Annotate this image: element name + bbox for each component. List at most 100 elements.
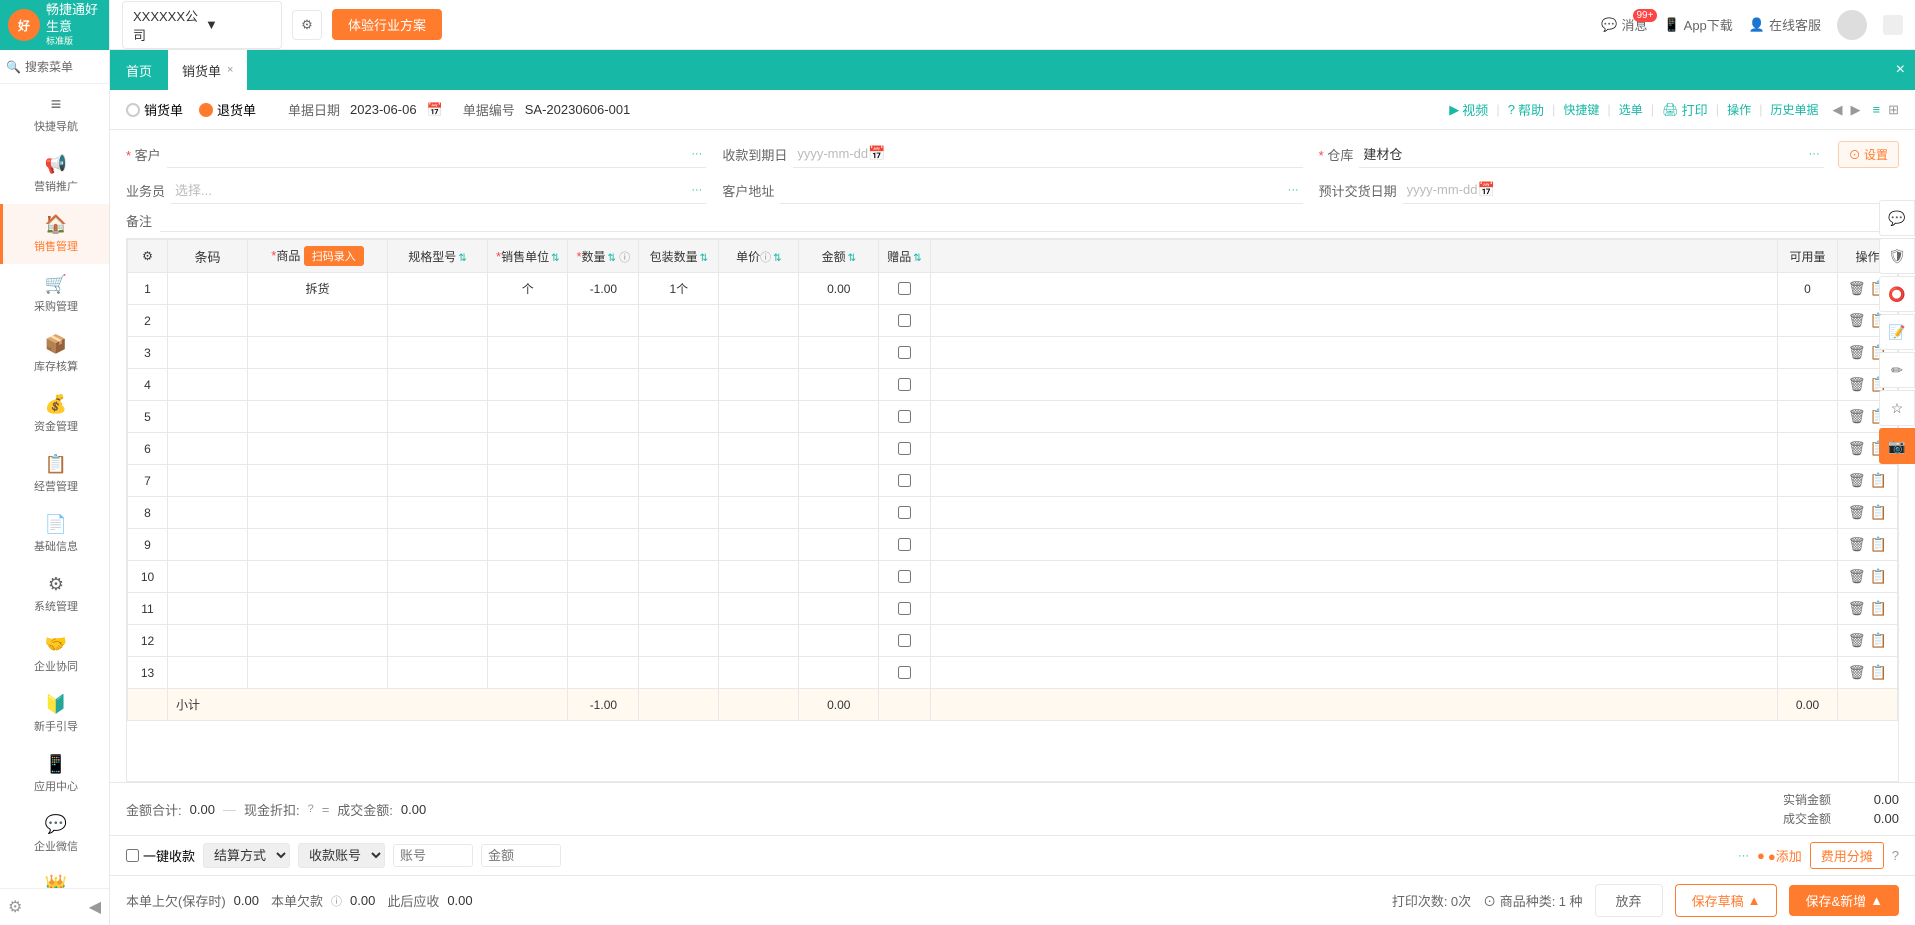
one-click-checkbox[interactable] xyxy=(126,849,139,862)
close-all-tabs-button[interactable]: × xyxy=(1896,61,1905,78)
copy-row-button[interactable]: 📋 xyxy=(1870,664,1887,681)
row-pkg[interactable]: 1个 xyxy=(639,273,719,305)
row-remarks[interactable] xyxy=(930,273,1777,305)
scan-button[interactable]: 扫码录入 xyxy=(304,246,364,266)
warehouse-dots[interactable]: ··· xyxy=(1809,148,1820,160)
help-link[interactable]: ? 帮助 xyxy=(1508,100,1544,119)
print-link[interactable]: 🖨 打印 xyxy=(1662,100,1708,119)
sidebar-item-wechat[interactable]: 💬 企业微信 xyxy=(0,804,109,864)
sidebar-item-quick-nav[interactable]: ≡ 快捷导航 xyxy=(0,84,109,144)
sidebar-item-collab[interactable]: 🤝 企业协同 xyxy=(0,624,109,684)
copy-row-button[interactable]: 📋 xyxy=(1870,536,1887,553)
sidebar-item-member[interactable]: 👑 畅会员 xyxy=(0,864,109,888)
sidebar-item-marketing[interactable]: 📢 营销推广 xyxy=(0,144,109,204)
tab-close-button[interactable]: × xyxy=(227,64,233,76)
receive-date-input[interactable]: yyyy-mm-dd 📅 xyxy=(793,140,1302,168)
salesperson-dots[interactable]: ··· xyxy=(691,184,702,196)
sidebar-item-appstore[interactable]: 📱 应用中心 xyxy=(0,744,109,804)
customer-dots[interactable]: ··· xyxy=(691,148,702,160)
row-unit[interactable]: 个 xyxy=(488,273,568,305)
sidebar-item-purchase[interactable]: 🛒 采购管理 xyxy=(0,264,109,324)
delete-row-button[interactable]: 🗑 xyxy=(1848,408,1866,425)
save-draft-arrow[interactable]: ▲ xyxy=(1748,893,1761,908)
gift-checkbox[interactable] xyxy=(898,570,911,583)
delete-row-button[interactable]: 🗑 xyxy=(1848,568,1866,585)
company-selector[interactable]: XXXXXX公司 ▼ xyxy=(122,1,282,49)
delete-row-button[interactable]: 🗑 xyxy=(1848,632,1866,649)
delete-row-button[interactable]: 🗑 xyxy=(1848,440,1866,457)
radio-returnorder[interactable]: 退货单 xyxy=(199,100,256,119)
copy-row-button[interactable]: 📋 xyxy=(1870,632,1887,649)
collapse-icon[interactable]: ◀ xyxy=(89,897,101,917)
sidebar-item-inventory[interactable]: 📦 库存核算 xyxy=(0,324,109,384)
gift-checkbox[interactable] xyxy=(898,474,911,487)
delete-row-button[interactable]: 🗑 xyxy=(1848,600,1866,617)
message-button[interactable]: 💬 消息 99+ xyxy=(1601,15,1647,34)
shortcut-link[interactable]: 快捷键 xyxy=(1563,101,1599,118)
row-barcode[interactable] xyxy=(168,273,248,305)
sidebar-item-finance[interactable]: 💰 资金管理 xyxy=(0,384,109,444)
fee-help-icon[interactable]: ? xyxy=(1892,848,1899,863)
customer-input[interactable]: ··· xyxy=(167,140,707,168)
row-spec[interactable] xyxy=(388,273,488,305)
calendar-icon[interactable]: 📅 xyxy=(427,102,443,118)
customer-address-input[interactable]: ··· xyxy=(780,176,1302,204)
online-service-button[interactable]: 👤 在线客服 xyxy=(1749,15,1821,34)
copy-row-button[interactable]: 📋 xyxy=(1870,600,1887,617)
one-click-payment[interactable]: 一键收款 xyxy=(126,846,195,865)
delete-row-button[interactable]: 🗑 xyxy=(1848,312,1866,329)
gift-checkbox[interactable] xyxy=(898,442,911,455)
row-amount[interactable]: 0.00 xyxy=(799,273,879,305)
settings-button[interactable]: ⊙ 设置 xyxy=(1838,141,1899,168)
save-draft-button[interactable]: 保存草稿 ▲ xyxy=(1675,884,1778,917)
delete-row-button[interactable]: 🗑 xyxy=(1848,504,1866,521)
expected-date-input[interactable]: yyyy-mm-dd 📅 xyxy=(1403,176,1899,204)
address-dots[interactable]: ··· xyxy=(1288,184,1299,196)
gift-checkbox[interactable] xyxy=(898,314,911,327)
save-new-arrow[interactable]: ▲ xyxy=(1870,893,1883,908)
delete-row-button[interactable]: 🗑 xyxy=(1848,472,1866,489)
calc-account-select[interactable]: 收款账号 xyxy=(298,843,385,868)
gift-checkbox[interactable] xyxy=(898,282,911,295)
note-input[interactable] xyxy=(160,208,1899,232)
fee-split-button[interactable]: 费用分摊 xyxy=(1810,842,1884,869)
gift-checkbox[interactable] xyxy=(898,634,911,647)
amount-input[interactable] xyxy=(481,844,561,867)
row-price[interactable] xyxy=(719,273,799,305)
app-download-button[interactable]: 📱 App下载 xyxy=(1663,15,1732,34)
view-grid-icon[interactable]: ⊞ xyxy=(1888,102,1899,118)
payment-dots[interactable]: ··· xyxy=(1738,850,1749,862)
sidebar-item-basic[interactable]: 📄 基础信息 xyxy=(0,504,109,564)
copy-row-button[interactable]: 📋 xyxy=(1870,568,1887,585)
float-note-button[interactable]: 📝 xyxy=(1879,314,1915,350)
gift-checkbox[interactable] xyxy=(898,666,911,679)
gift-checkbox[interactable] xyxy=(898,538,911,551)
row-product[interactable]: 拆货 xyxy=(248,273,388,305)
float-circle-button[interactable]: ⭕ xyxy=(1879,276,1915,312)
nav-prev-icon[interactable]: ◀ xyxy=(1833,102,1843,118)
gift-checkbox[interactable] xyxy=(898,506,911,519)
user-avatar[interactable] xyxy=(1837,10,1867,40)
tab-home[interactable]: 首页 xyxy=(110,50,168,90)
warehouse-input[interactable]: 建材仓 ··· xyxy=(1359,140,1823,168)
calc-method-select[interactable]: 结算方式 xyxy=(203,843,290,868)
nav-next-icon[interactable]: ▶ xyxy=(1851,102,1861,118)
float-camera-button[interactable]: 📷 xyxy=(1879,428,1915,464)
select-bill-link[interactable]: 选单 xyxy=(1619,101,1643,118)
search-menu[interactable]: 🔍 搜索菜单 xyxy=(0,50,109,84)
video-link[interactable]: ▶ 视频 xyxy=(1449,100,1488,119)
abandon-button[interactable]: 放弃 xyxy=(1595,884,1663,917)
float-chat-button[interactable]: 💬 xyxy=(1879,200,1915,236)
float-star-button[interactable]: ☆ xyxy=(1879,390,1915,426)
gift-checkbox[interactable] xyxy=(898,378,911,391)
row-gift[interactable] xyxy=(879,273,930,305)
delete-row-button[interactable]: 🗑 xyxy=(1848,664,1866,681)
add-payment-button[interactable]: ● ●添加 xyxy=(1757,846,1802,865)
history-link[interactable]: 历史单据 xyxy=(1770,101,1818,118)
tab-salesorder[interactable]: 销货单 × xyxy=(168,50,247,90)
delete-row-button[interactable]: 🗑 xyxy=(1848,344,1866,361)
sidebar-item-system[interactable]: ⚙ 系统管理 xyxy=(0,564,109,624)
salesperson-input[interactable]: 选择... ··· xyxy=(171,176,706,204)
receive-date-calendar-icon[interactable]: 📅 xyxy=(868,145,885,162)
settings-bottom-icon[interactable]: ⚙ xyxy=(8,897,22,917)
